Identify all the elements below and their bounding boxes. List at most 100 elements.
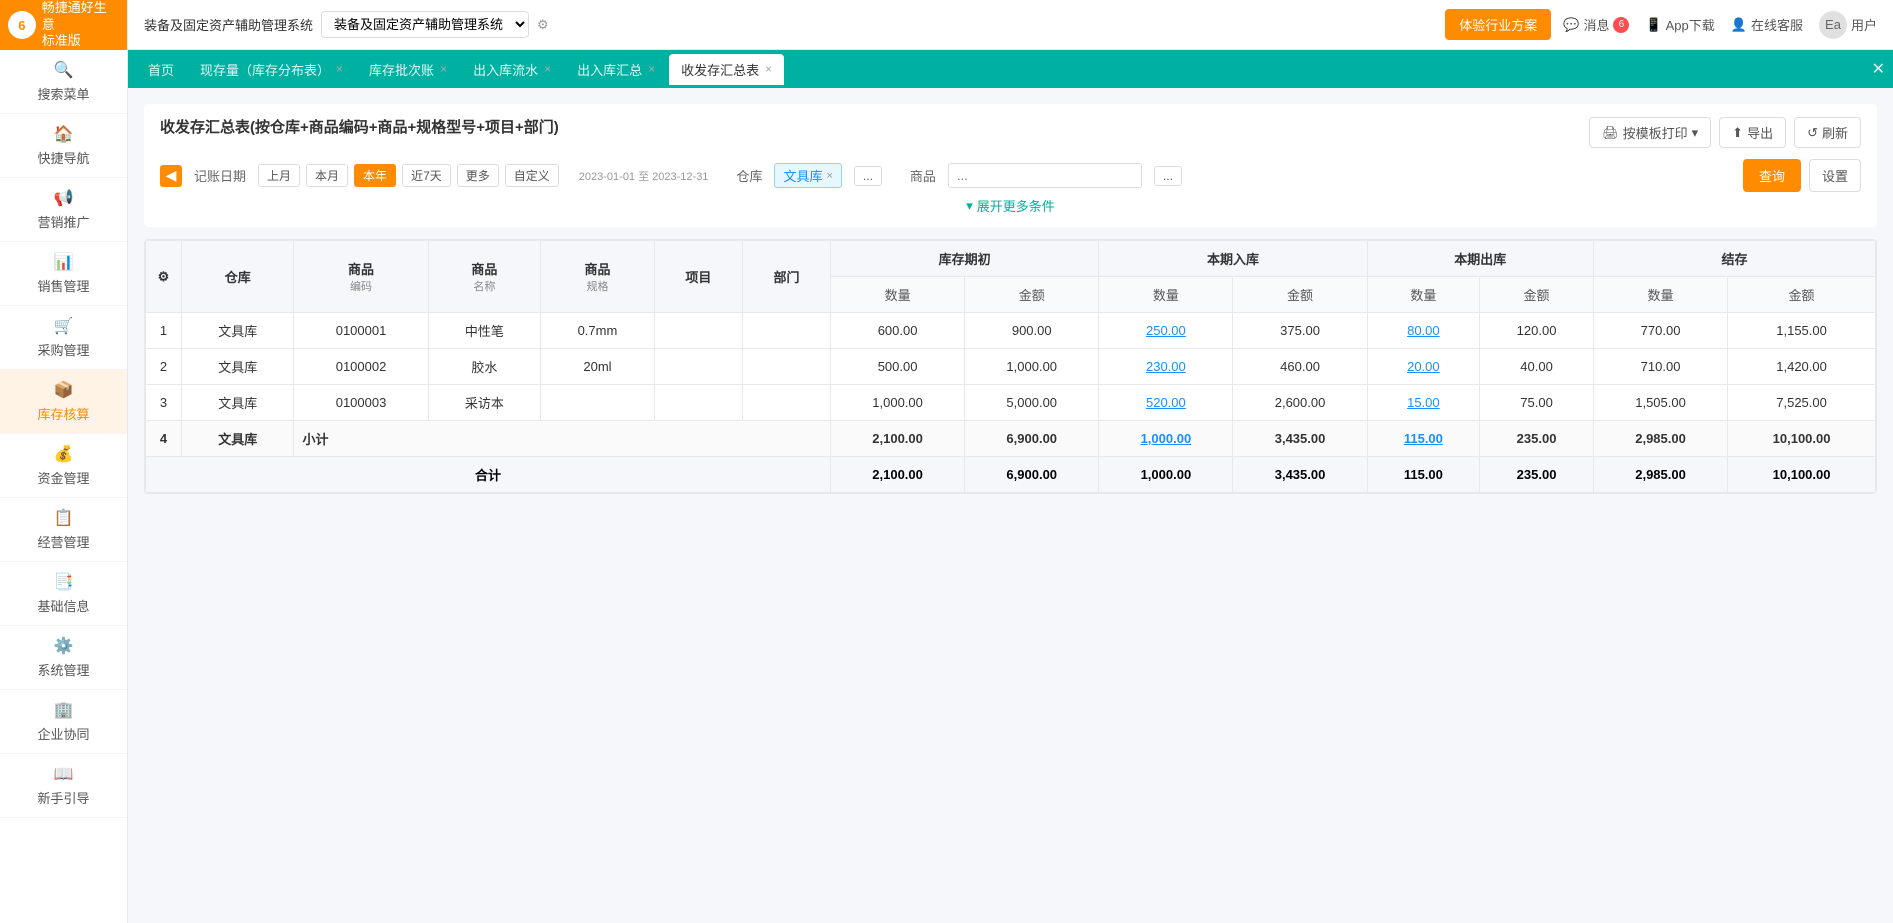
cell-goods-name: 采访本 [428,385,540,421]
tab-close-collect-summary[interactable]: × [765,63,772,75]
cell-balance-amt: 7,525.00 [1728,385,1876,421]
sidebar-item-marketing[interactable]: 📢 营销推广 [0,178,127,242]
date-btn-custom[interactable]: 自定义 [505,164,559,187]
tab-close-stock-dist[interactable]: × [336,63,343,75]
table-row: 3 文具库 0100003 采访本 1,000.00 5,000.00 520.… [146,385,1876,421]
sidebar-item-quick[interactable]: 🏠 快捷导航 [0,114,127,178]
cell-in-qty[interactable]: 250.00 [1099,313,1233,349]
tab-inout-summary[interactable]: 出入库汇总 × [565,54,667,85]
cell-department [742,313,830,349]
cell-warehouse: 文具库 [182,385,294,421]
top-bar-actions: 💬 消息 6 📱 App下载 👤 在线客服 Ea 用户 [1563,11,1877,39]
query-button[interactable]: 查询 [1743,159,1801,192]
online-service-action[interactable]: 👤 在线客服 [1731,15,1803,34]
tab-batch[interactable]: 库存批次账 × [357,54,459,85]
sidebar: 6 畅捷通好生意 标准版 🔍 搜索菜单 🏠 快捷导航 📢 营销推广 📊 销售管理… [0,0,128,923]
cell-out-amt: 120.00 [1480,313,1594,349]
cell-opening-qty: 500.00 [831,349,965,385]
goods-input[interactable] [948,163,1142,188]
table-row: 1 文具库 0100001 中性笔 0.7mm 600.00 900.00 25… [146,313,1876,349]
sidebar-item-guide[interactable]: 📖 新手引导 [0,754,127,818]
cell-out-qty[interactable]: 15.00 [1367,385,1480,421]
cell-warehouse: 文具库 [182,349,294,385]
user-action[interactable]: Ea 用户 [1819,11,1877,39]
logo-text: 畅捷通好生意 标准版 [42,0,119,50]
system-selector[interactable]: 装备及固定资产辅助管理系统 [321,11,529,38]
message-action[interactable]: 💬 消息 6 [1563,15,1629,34]
sidebar-item-search[interactable]: 🔍 搜索菜单 [0,50,127,114]
data-table-container: ⚙ 仓库 商品编码 商品名称 商品规格 项目 部门 库存期初 本期入库 本期出库… [144,239,1877,494]
cell-opening-amt: 900.00 [965,313,1099,349]
sidebar-item-operation[interactable]: 📋 经营管理 [0,498,127,562]
filter-settings-button[interactable]: 设置 [1809,159,1861,192]
settings-icon[interactable]: ⚙ [537,17,549,33]
cell-in-qty[interactable]: 230.00 [1099,349,1233,385]
col-goods-spec: 商品规格 [541,241,655,313]
service-icon: 👤 [1731,17,1747,33]
col-balance: 结存 [1593,241,1875,277]
date-btn-last-month[interactable]: 上月 [258,164,300,187]
filter-collapse-button[interactable]: ◀ [160,165,182,187]
total-in-qty: 1,000.00 [1099,457,1233,493]
sidebar-item-inventory[interactable]: 📦 库存核算 [0,370,127,434]
total-opening-qty: 2,100.00 [831,457,965,493]
sidebar-item-sales[interactable]: 📊 销售管理 [0,242,127,306]
refresh-button[interactable]: ↺ 刷新 [1794,117,1861,148]
cell-in-amt: 460.00 [1233,349,1367,385]
sidebar-item-system[interactable]: ⚙️ 系统管理 [0,626,127,690]
col-goods-name: 商品名称 [428,241,540,313]
total-out-amt: 235.00 [1480,457,1594,493]
experience-button[interactable]: 体验行业方案 [1445,9,1551,40]
col-out-amt: 金额 [1480,277,1594,313]
col-project: 项目 [654,241,742,313]
tab-close-inout-flow[interactable]: × [544,63,551,75]
tab-close-inout-summary[interactable]: × [648,63,655,75]
date-btn-more[interactable]: 更多 [457,164,499,187]
data-table: ⚙ 仓库 商品编码 商品名称 商品规格 项目 部门 库存期初 本期入库 本期出库… [145,240,1876,493]
cell-department [742,349,830,385]
subtotal-row: 4 文具库 小计 2,100.00 6,900.00 1,000.00 3,43… [146,421,1876,457]
col-department: 部门 [742,241,830,313]
tab-bar-close-icon[interactable]: ✕ [1872,59,1885,79]
tab-stock-dist[interactable]: 现存量（库存分布表） × [188,54,355,85]
cell-in-qty[interactable]: 520.00 [1099,385,1233,421]
tab-inout-flow[interactable]: 出入库流水 × [461,54,563,85]
tab-home[interactable]: 首页 [136,54,186,85]
cell-in-amt: 375.00 [1233,313,1367,349]
sidebar-item-basic[interactable]: 📑 基础信息 [0,562,127,626]
cell-out-qty[interactable]: 80.00 [1367,313,1480,349]
col-settings[interactable]: ⚙ [146,241,182,313]
export-button[interactable]: ⬆ 导出 [1719,117,1786,148]
tab-collect-summary[interactable]: 收发存汇总表 × [669,54,784,85]
sidebar-item-purchase[interactable]: 🛒 采购管理 [0,306,127,370]
sidebar-nav: 🔍 搜索菜单 🏠 快捷导航 📢 营销推广 📊 销售管理 🛒 采购管理 📦 库存核… [0,50,127,923]
cell-department [742,385,830,421]
inventory-icon: 📦 [54,380,74,400]
app-download-action[interactable]: 📱 App下载 [1645,15,1714,34]
date-label: 记账日期 [194,166,246,185]
cell-balance-qty: 1,505.00 [1593,385,1727,421]
sidebar-item-finance[interactable]: 💰 资金管理 [0,434,127,498]
cell-out-qty[interactable]: 20.00 [1367,349,1480,385]
avatar: Ea [1819,11,1847,39]
total-label: 合计 [146,457,831,493]
expand-conditions-button[interactable]: ▾ 展开更多条件 [966,196,1055,215]
goods-more-button[interactable]: ... [1154,166,1182,186]
marketing-icon: 📢 [54,188,74,208]
tab-close-batch[interactable]: × [440,63,447,75]
print-button[interactable]: 🖨 按模板打印 ▾ [1589,117,1711,148]
date-btn-this-year[interactable]: 本年 [354,164,396,187]
col-balance-qty: 数量 [1593,277,1727,313]
cell-no: 2 [146,349,182,385]
cell-opening-qty: 600.00 [831,313,965,349]
cell-goods-name: 中性笔 [428,313,540,349]
col-opening: 库存期初 [831,241,1099,277]
cell-goods-spec: 0.7mm [541,313,655,349]
warehouse-tag-close[interactable]: × [826,170,832,182]
sidebar-item-enterprise[interactable]: 🏢 企业协同 [0,690,127,754]
warehouse-more-button[interactable]: ... [854,166,882,186]
date-btn-7days[interactable]: 近7天 [402,164,451,187]
date-btn-this-month[interactable]: 本月 [306,164,348,187]
cell-opening-amt: 1,000.00 [965,349,1099,385]
goods-label: 商品 [910,166,936,185]
